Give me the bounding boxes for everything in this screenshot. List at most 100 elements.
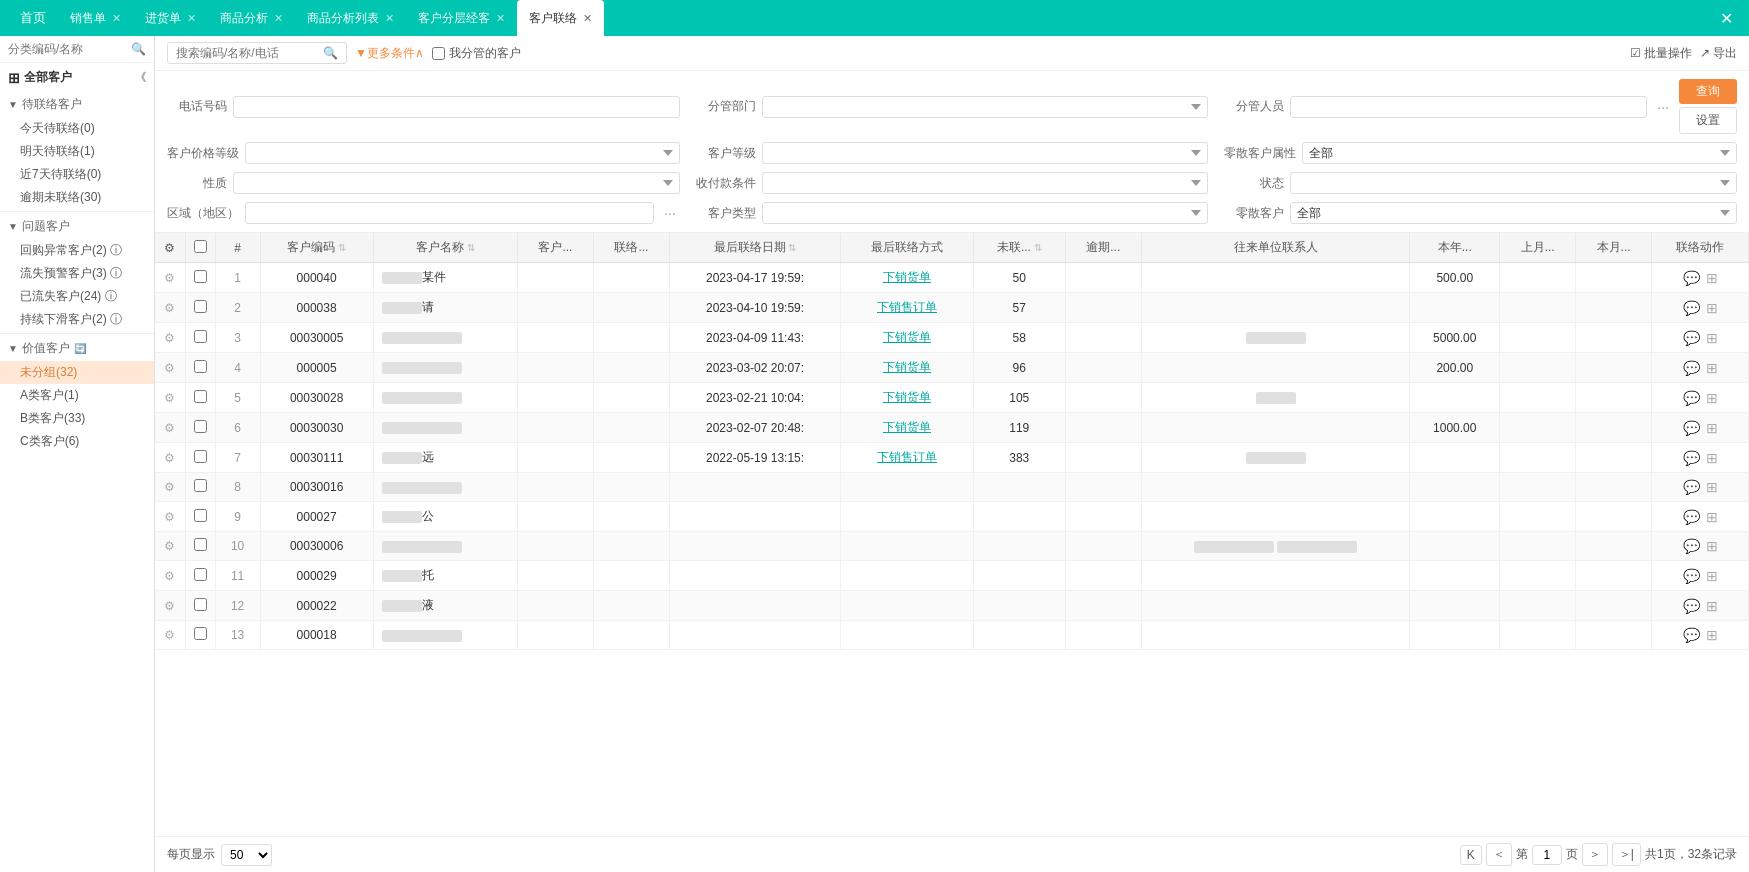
td-checkbox[interactable] bbox=[185, 591, 215, 621]
method-link[interactable]: 下销售订单 bbox=[877, 450, 937, 464]
th-code[interactable]: 客户编码 bbox=[260, 233, 373, 263]
filter-search-input[interactable] bbox=[176, 46, 323, 60]
td-settings[interactable]: ⚙ bbox=[155, 621, 185, 650]
price-level-select[interactable] bbox=[245, 142, 680, 164]
reset-button[interactable]: 设置 bbox=[1679, 107, 1737, 134]
tab-purchase[interactable]: 进货单 ✕ bbox=[133, 0, 208, 36]
chat-icon[interactable]: 💬 bbox=[1683, 627, 1700, 643]
last-page-btn[interactable]: ＞| bbox=[1612, 843, 1641, 866]
batch-ops-button[interactable]: ☑ 批量操作 bbox=[1630, 45, 1692, 62]
first-page-btn[interactable]: K bbox=[1460, 845, 1482, 865]
sidebar-search-icon[interactable]: 🔍 bbox=[131, 42, 146, 56]
td-settings[interactable]: ⚙ bbox=[155, 502, 185, 532]
grid-action-icon[interactable]: ⊞ bbox=[1706, 598, 1718, 614]
td-settings[interactable]: ⚙ bbox=[155, 473, 185, 502]
prev-page-btn[interactable]: ＜ bbox=[1486, 843, 1512, 866]
filter-search-icon[interactable]: 🔍 bbox=[323, 46, 338, 60]
dept-select[interactable] bbox=[762, 96, 1209, 118]
manager-dots[interactable]: ··· bbox=[1653, 99, 1673, 115]
query-button[interactable]: 查询 bbox=[1679, 79, 1737, 104]
td-checkbox[interactable] bbox=[185, 561, 215, 591]
sidebar-item-today[interactable]: 今天待联络(0) bbox=[0, 117, 154, 140]
td-checkbox[interactable] bbox=[185, 473, 215, 502]
tab-sales[interactable]: 销售单 ✕ bbox=[58, 0, 133, 36]
td-settings[interactable]: ⚙ bbox=[155, 591, 185, 621]
close-segment-tab[interactable]: ✕ bbox=[496, 12, 505, 25]
td-last-method[interactable]: 下销售订单 bbox=[841, 293, 974, 323]
grid-action-icon[interactable]: ⊞ bbox=[1706, 270, 1718, 286]
th-checkbox[interactable] bbox=[185, 233, 215, 263]
chat-icon[interactable]: 💬 bbox=[1683, 538, 1700, 554]
td-last-method[interactable]: 下销货单 bbox=[841, 353, 974, 383]
sidebar-item-a-class[interactable]: A类客户(1) bbox=[0, 384, 154, 407]
sidebar-item-abnormal[interactable]: 回购异常客户(2) ⓘ bbox=[0, 239, 154, 262]
sidebar-search-input[interactable] bbox=[8, 42, 127, 56]
td-last-method[interactable]: 下销货单 bbox=[841, 413, 974, 443]
select-all-checkbox[interactable] bbox=[194, 240, 207, 253]
sidebar-item-unclassified[interactable]: 未分组(32) bbox=[0, 361, 154, 384]
grid-action-icon[interactable]: ⊞ bbox=[1706, 568, 1718, 584]
chat-icon[interactable]: 💬 bbox=[1683, 568, 1700, 584]
chat-icon[interactable]: 💬 bbox=[1683, 450, 1700, 466]
close-product-list-tab[interactable]: ✕ bbox=[385, 12, 394, 25]
grid-action-icon[interactable]: ⊞ bbox=[1706, 509, 1718, 525]
grid-action-icon[interactable]: ⊞ bbox=[1706, 360, 1718, 376]
td-settings[interactable]: ⚙ bbox=[155, 413, 185, 443]
td-checkbox[interactable] bbox=[185, 621, 215, 650]
grid-action-icon[interactable]: ⊞ bbox=[1706, 300, 1718, 316]
close-global-btn[interactable]: ✕ bbox=[1712, 9, 1741, 28]
tab-product-analysis-list[interactable]: 商品分析列表 ✕ bbox=[295, 0, 406, 36]
td-settings[interactable]: ⚙ bbox=[155, 561, 185, 591]
grid-action-icon[interactable]: ⊞ bbox=[1706, 420, 1718, 436]
td-last-method[interactable]: 下销售订单 bbox=[841, 443, 974, 473]
region-input[interactable] bbox=[245, 202, 654, 224]
sidebar-item-churn[interactable]: 流失预警客户(3) ⓘ bbox=[0, 262, 154, 285]
sidebar-item-decline[interactable]: 持续下滑客户(2) ⓘ bbox=[0, 308, 154, 331]
next-page-btn[interactable]: ＞ bbox=[1582, 843, 1608, 866]
page-number-input[interactable] bbox=[1532, 845, 1562, 865]
grid-action-icon[interactable]: ⊞ bbox=[1706, 479, 1718, 495]
td-checkbox[interactable] bbox=[185, 443, 215, 473]
manager-input[interactable] bbox=[1290, 96, 1647, 118]
td-checkbox[interactable] bbox=[185, 502, 215, 532]
grid-action-icon[interactable]: ⊞ bbox=[1706, 538, 1718, 554]
td-last-method[interactable]: 下销货单 bbox=[841, 383, 974, 413]
close-sales-tab[interactable]: ✕ bbox=[112, 12, 121, 25]
td-settings[interactable]: ⚙ bbox=[155, 532, 185, 561]
th-name[interactable]: 客户名称 bbox=[373, 233, 517, 263]
th-settings[interactable]: ⚙ bbox=[155, 233, 185, 263]
tab-product-analysis[interactable]: 商品分析 ✕ bbox=[208, 0, 295, 36]
phone-input[interactable] bbox=[233, 96, 680, 118]
chat-icon[interactable]: 💬 bbox=[1683, 509, 1700, 525]
th-uncontacted[interactable]: 未联... bbox=[973, 233, 1065, 263]
td-settings[interactable]: ⚙ bbox=[155, 383, 185, 413]
td-settings[interactable]: ⚙ bbox=[155, 323, 185, 353]
my-customers-check[interactable] bbox=[432, 47, 445, 60]
method-link[interactable]: 下销售订单 bbox=[877, 300, 937, 314]
chat-icon[interactable]: 💬 bbox=[1683, 390, 1700, 406]
nature-select[interactable] bbox=[233, 172, 680, 194]
sidebar-search-box[interactable]: 🔍 bbox=[0, 36, 154, 63]
td-checkbox[interactable] bbox=[185, 383, 215, 413]
td-last-method[interactable]: 下销货单 bbox=[841, 263, 974, 293]
close-purchase-tab[interactable]: ✕ bbox=[187, 12, 196, 25]
tab-home[interactable]: 首页 bbox=[8, 0, 58, 36]
chat-icon[interactable]: 💬 bbox=[1683, 360, 1700, 376]
region-dots[interactable]: ··· bbox=[660, 205, 680, 221]
tab-customer-segment[interactable]: 客户分层经客 ✕ bbox=[406, 0, 517, 36]
chat-icon[interactable]: 💬 bbox=[1683, 420, 1700, 436]
my-customers-checkbox[interactable]: 我分管的客户 bbox=[432, 45, 521, 62]
td-settings[interactable]: ⚙ bbox=[155, 353, 185, 383]
retail-select[interactable]: 全部 bbox=[1290, 202, 1737, 224]
chat-icon[interactable]: 💬 bbox=[1683, 300, 1700, 316]
customer-type-select[interactable] bbox=[762, 202, 1209, 224]
th-last-date[interactable]: 最后联络日期 bbox=[669, 233, 840, 263]
td-checkbox[interactable] bbox=[185, 532, 215, 561]
grid-action-icon[interactable]: ⊞ bbox=[1706, 627, 1718, 643]
export-button[interactable]: ↗ 导出 bbox=[1700, 45, 1737, 62]
grid-action-icon[interactable]: ⊞ bbox=[1706, 330, 1718, 346]
td-settings[interactable]: ⚙ bbox=[155, 263, 185, 293]
method-link[interactable]: 下销货单 bbox=[883, 330, 931, 344]
method-link[interactable]: 下销货单 bbox=[883, 420, 931, 434]
close-product-analysis-tab[interactable]: ✕ bbox=[274, 12, 283, 25]
